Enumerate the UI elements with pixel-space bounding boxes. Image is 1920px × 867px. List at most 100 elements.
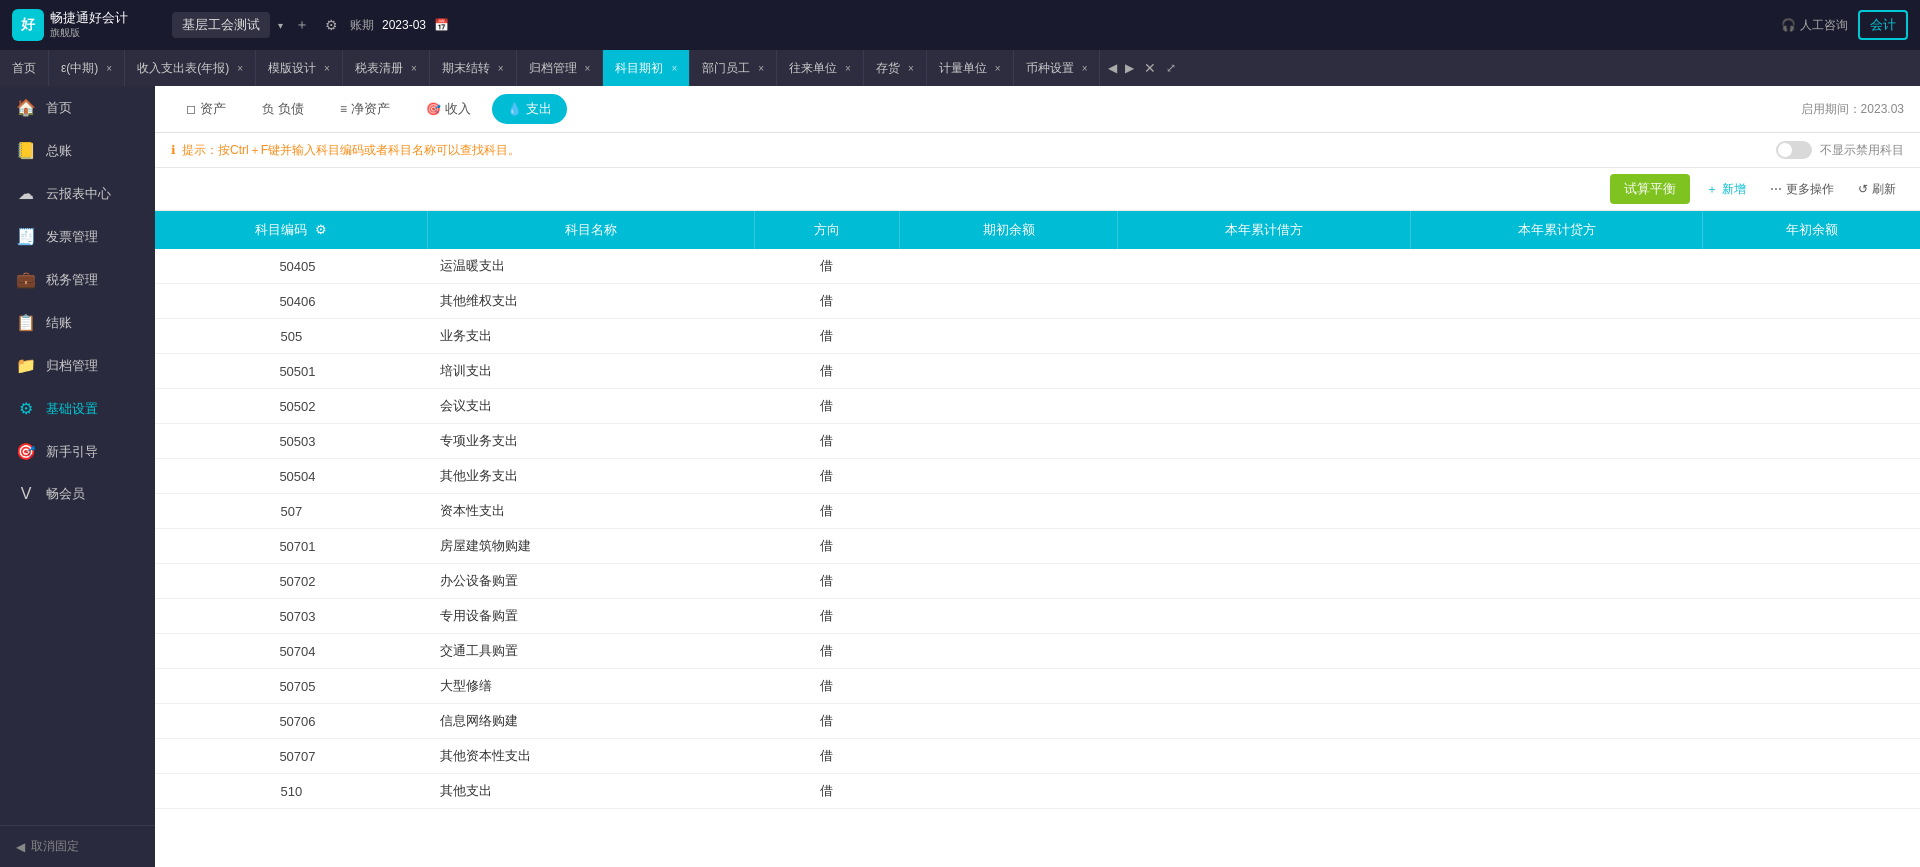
company-name[interactable]: 基层工会测试: [172, 12, 270, 38]
cell-name: 培训支出: [428, 354, 755, 389]
refresh-button[interactable]: ↺ 刷新: [1850, 176, 1904, 203]
table-row[interactable]: 50405 运温暖支出 借: [155, 249, 1920, 284]
table-row[interactable]: 50707 其他资本性支出 借: [155, 739, 1920, 774]
settings-icon[interactable]: ⚙: [321, 13, 342, 37]
cell-ytd-credit: [1410, 564, 1702, 599]
tab-close-icon[interactable]: ×: [1082, 63, 1088, 74]
tab-subject-init[interactable]: 科目期初 ×: [603, 50, 690, 86]
sub-tab-net-assets[interactable]: ≡ 净资产: [325, 94, 405, 124]
cell-ytd-debit: [1118, 249, 1410, 284]
table-row[interactable]: 50705 大型修缮 借: [155, 669, 1920, 704]
table-row[interactable]: 50703 专用设备购置 借: [155, 599, 1920, 634]
sidebar: 🏠 首页 📒 总账 ☁ 云报表中心 🧾 发票管理 💼 税务管理 📋 结账 📁 归…: [0, 86, 155, 867]
logo-text-group: 畅捷通好会计 旗舰版: [50, 10, 128, 40]
calc-balance-button[interactable]: 试算平衡: [1610, 174, 1690, 204]
table-row[interactable]: 50502 会议支出 借: [155, 389, 1920, 424]
company-dropdown-icon[interactable]: ▾: [278, 20, 283, 31]
tab-label: 模版设计: [268, 60, 316, 77]
col-ytd-credit: 本年累计贷方: [1410, 211, 1702, 249]
tab-measure[interactable]: 计量单位 ×: [927, 50, 1014, 86]
tab-home[interactable]: 首页: [0, 50, 49, 86]
tab-close-all-icon[interactable]: ✕: [1138, 58, 1162, 78]
toggle-area: 不显示禁用科目: [1776, 141, 1904, 159]
tab-label: 往来单位: [789, 60, 837, 77]
table-row[interactable]: 50706 信息网络购建 借: [155, 704, 1920, 739]
tab-period-end[interactable]: 期末结转 ×: [430, 50, 517, 86]
help-button[interactable]: 🎧 人工咨询: [1781, 17, 1848, 34]
table-row[interactable]: 50501 培训支出 借: [155, 354, 1920, 389]
col-settings-icon[interactable]: ⚙: [315, 222, 327, 237]
tab-close-icon[interactable]: ×: [411, 63, 417, 74]
tab-inventory[interactable]: 存货 ×: [864, 50, 927, 86]
sidebar-item-guide[interactable]: 🎯 新手引导: [0, 430, 155, 473]
tab-close-icon[interactable]: ×: [585, 63, 591, 74]
tab-close-icon[interactable]: ×: [995, 63, 1001, 74]
settings-gear-icon: ⚙: [16, 399, 36, 418]
sub-tab-income[interactable]: 🎯 收入: [411, 94, 486, 124]
table-row[interactable]: 50702 办公设备购置 借: [155, 564, 1920, 599]
table-row[interactable]: 50503 专项业务支出 借: [155, 424, 1920, 459]
sidebar-item-archive[interactable]: 📁 归档管理: [0, 344, 155, 387]
tab-dept[interactable]: 部门员工 ×: [690, 50, 777, 86]
sub-tab-liabilities[interactable]: 负 负债: [247, 94, 319, 124]
sub-tab-assets[interactable]: ◻ 资产: [171, 94, 241, 124]
tab-close-icon[interactable]: ×: [498, 63, 504, 74]
sidebar-item-report[interactable]: ☁ 云报表中心: [0, 172, 155, 215]
tab-label: 期末结转: [442, 60, 490, 77]
tab-label: 科目期初: [615, 60, 663, 77]
kuaiji-button[interactable]: 会计: [1858, 10, 1908, 40]
calendar-icon[interactable]: 📅: [434, 18, 449, 32]
sidebar-label: 首页: [46, 99, 72, 117]
table-row[interactable]: 510 其他支出 借: [155, 774, 1920, 809]
cell-code: 50707: [155, 739, 428, 774]
sidebar-item-tax[interactable]: 💼 税务管理: [0, 258, 155, 301]
cell-code: 50702: [155, 564, 428, 599]
tab-currency[interactable]: 币种设置 ×: [1014, 50, 1101, 86]
tab-expand-icon[interactable]: ⤢: [1162, 59, 1180, 77]
cell-year-opening: [1703, 669, 1920, 704]
cell-ytd-debit: [1118, 319, 1410, 354]
table-row[interactable]: 507 资本性支出 借: [155, 494, 1920, 529]
disable-toggle[interactable]: [1776, 141, 1812, 159]
tab-close-icon[interactable]: ×: [908, 63, 914, 74]
sidebar-item-home[interactable]: 🏠 首页: [0, 86, 155, 129]
table-row[interactable]: 505 业务支出 借: [155, 319, 1920, 354]
add-button[interactable]: ＋ 新增: [1698, 176, 1754, 203]
cell-ytd-debit: [1118, 564, 1410, 599]
tab-archive[interactable]: 归档管理 ×: [517, 50, 604, 86]
sidebar-item-member[interactable]: V 畅会员: [0, 473, 155, 515]
add-tab-icon[interactable]: ＋: [291, 12, 313, 38]
tab-close-icon[interactable]: ×: [324, 63, 330, 74]
sub-tab-expense[interactable]: 💧 支出: [492, 94, 567, 124]
tab-income-year[interactable]: 收入支出表(年报) ×: [125, 50, 256, 86]
sidebar-pin-toggle[interactable]: ◀ 取消固定: [0, 825, 155, 867]
sidebar-item-ledger[interactable]: 📒 总账: [0, 129, 155, 172]
cell-ytd-credit: [1410, 739, 1702, 774]
tab-close-icon[interactable]: ×: [845, 63, 851, 74]
cell-ytd-credit: [1410, 599, 1702, 634]
sidebar-label: 畅会员: [46, 485, 85, 503]
tab-close-icon[interactable]: ×: [237, 63, 243, 74]
tab-middle-period[interactable]: ε(中期) ×: [49, 50, 125, 86]
table-row[interactable]: 50704 交通工具购置 借: [155, 634, 1920, 669]
sidebar-item-settings[interactable]: ⚙ 基础设置: [0, 387, 155, 430]
cell-opening: [899, 599, 1118, 634]
tab-close-icon[interactable]: ×: [671, 63, 677, 74]
table-row[interactable]: 50504 其他业务支出 借: [155, 459, 1920, 494]
top-bar: 好 畅捷通好会计 旗舰版 基层工会测试 ▾ ＋ ⚙ 账期 2023-03 📅 🎧…: [0, 0, 1920, 50]
more-actions-button[interactable]: ⋯ 更多操作: [1762, 176, 1842, 203]
cell-year-opening: [1703, 634, 1920, 669]
tab-close-icon[interactable]: ×: [106, 63, 112, 74]
tab-partners[interactable]: 往来单位 ×: [777, 50, 864, 86]
table-wrapper: 科目编码 ⚙ 科目名称 方向 期初余额 本年累计借方 本年累计贷方 年初余额 5…: [155, 211, 1920, 867]
tab-next-icon[interactable]: ▶: [1121, 59, 1138, 77]
table-row[interactable]: 50406 其他维权支出 借: [155, 284, 1920, 319]
tab-tax[interactable]: 税表清册 ×: [343, 50, 430, 86]
sidebar-item-close-accounts[interactable]: 📋 结账: [0, 301, 155, 344]
tab-template[interactable]: 模版设计 ×: [256, 50, 343, 86]
tab-close-icon[interactable]: ×: [758, 63, 764, 74]
tab-prev-icon[interactable]: ◀: [1104, 59, 1121, 77]
cell-opening: [899, 249, 1118, 284]
table-row[interactable]: 50701 房屋建筑物购建 借: [155, 529, 1920, 564]
sidebar-item-invoice[interactable]: 🧾 发票管理: [0, 215, 155, 258]
